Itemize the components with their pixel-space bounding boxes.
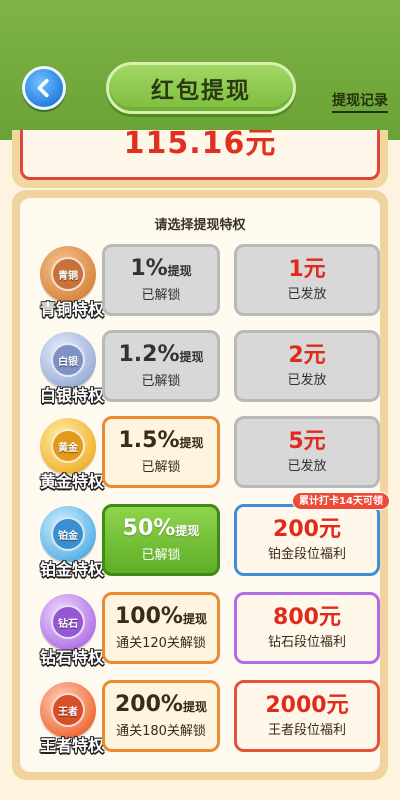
tier-name: 白银特权 xyxy=(39,386,104,405)
rate-suffix: 提现 xyxy=(182,700,207,714)
reward-status: 已发放 xyxy=(287,287,327,302)
rate-status: 通关120关解锁 xyxy=(116,636,206,651)
medal-label: 铂金 xyxy=(51,517,85,551)
balance-amount: 115.16元 xyxy=(123,130,277,161)
rate-card[interactable]: 50%提现 已解锁 xyxy=(102,504,220,576)
gold-medal-icon: 黄金 xyxy=(40,418,96,474)
tier-row-silver: 白银 白银特权 1.2%提现 已解锁 2元 已发放 xyxy=(20,330,380,410)
reward-card[interactable]: 2元 已发放 xyxy=(234,330,380,402)
rate-card[interactable]: 100%提现 通关120关解锁 xyxy=(102,592,220,664)
rate-line: 1.2%提现 xyxy=(118,341,203,371)
rate-status: 已解锁 xyxy=(141,460,181,475)
king-medal-icon: 王者 xyxy=(40,682,96,738)
tier-badge: 白银 白银特权 xyxy=(32,330,108,410)
panel-heading: 请选择提现特权 xyxy=(154,218,246,233)
reward-status: 王者段位福利 xyxy=(267,723,346,738)
tier-name: 铂金特权 xyxy=(39,560,104,579)
rate-value: 1.2% xyxy=(118,342,180,367)
tier-row-gold: 黄金 黄金特权 1.5%提现 已解锁 5元 已发放 xyxy=(20,416,380,496)
rate-card[interactable]: 1.2%提现 已解锁 xyxy=(102,330,220,402)
medal-label: 钻石 xyxy=(51,605,85,639)
bottom-edge xyxy=(0,780,400,800)
rate-line: 50%提现 xyxy=(123,515,200,545)
reward-card[interactable]: 5元 已发放 xyxy=(234,416,380,488)
header-bar: 红包提现 提现记录 xyxy=(0,0,400,140)
rate-value: 200% xyxy=(115,692,183,717)
tier-name: 黄金特权 xyxy=(39,472,104,491)
reward-status: 已发放 xyxy=(287,373,327,388)
tier-row-bronze: 青铜 青铜特权 1%提现 已解锁 1元 已发放 xyxy=(20,244,380,324)
tier-name: 王者特权 xyxy=(39,736,104,755)
rate-line: 200%提现 xyxy=(115,691,207,721)
rate-card[interactable]: 200%提现 通关180关解锁 xyxy=(102,680,220,752)
tier-row-diamond: 钻石 钻石特权 100%提现 通关120关解锁 800元 钻石段位福利 xyxy=(20,592,380,672)
rate-status: 已解锁 xyxy=(141,548,181,563)
tier-badge: 钻石 钻石特权 xyxy=(32,592,108,672)
chevron-left-icon xyxy=(37,78,49,98)
reward-value: 200元 xyxy=(273,517,341,542)
reward-card[interactable]: 2000元 王者段位福利 xyxy=(234,680,380,752)
medal-label: 青铜 xyxy=(51,257,85,291)
reward-value: 2000元 xyxy=(265,693,349,718)
amount-box: 115.16元 xyxy=(20,130,380,180)
rate-status: 已解锁 xyxy=(141,374,181,389)
tier-name: 钻石特权 xyxy=(39,648,104,667)
reward-value: 800元 xyxy=(273,605,341,630)
reward-card[interactable]: 1元 已发放 xyxy=(234,244,380,316)
tier-name: 青铜特权 xyxy=(39,300,104,319)
medal-label: 黄金 xyxy=(51,429,85,463)
withdraw-record-link[interactable]: 提现记录 xyxy=(332,90,388,113)
tier-badge: 王者 王者特权 xyxy=(32,680,108,760)
rate-suffix: 提现 xyxy=(179,350,204,364)
tier-row-platinum: 铂金 铂金特权 50%提现 已解锁 200元 铂金段位福利 累计打卡14天可领 xyxy=(20,492,390,584)
rate-status: 已解锁 xyxy=(141,288,181,303)
rate-value: 100% xyxy=(115,604,183,629)
rate-suffix: 提现 xyxy=(182,612,207,626)
diamond-medal-icon: 钻石 xyxy=(40,594,96,650)
reward-value: 5元 xyxy=(288,429,326,454)
page-title-pill: 红包提现 xyxy=(106,62,296,114)
checkin-tag: 累计打卡14天可领 xyxy=(292,492,390,510)
reward-card[interactable]: 800元 钻石段位福利 xyxy=(234,592,380,664)
medal-label: 白银 xyxy=(51,343,85,377)
rate-suffix: 提现 xyxy=(167,264,192,278)
reward-status: 已发放 xyxy=(287,459,327,474)
rate-suffix: 提现 xyxy=(175,524,200,538)
rate-line: 1%提现 xyxy=(130,255,191,285)
reward-value: 2元 xyxy=(288,343,326,368)
privilege-panel-inner: 请选择提现特权 青铜 青铜特权 1%提现 已解锁 1元 已发放 白银 白银特权 … xyxy=(20,198,390,772)
privilege-panel: 请选择提现特权 青铜 青铜特权 1%提现 已解锁 1元 已发放 白银 白银特权 … xyxy=(12,190,390,780)
rate-value: 1.5% xyxy=(118,428,180,453)
rate-line: 1.5%提现 xyxy=(118,427,203,457)
rate-value: 1% xyxy=(130,256,168,281)
reward-value: 1元 xyxy=(288,257,326,282)
reward-card[interactable]: 200元 铂金段位福利 xyxy=(234,504,380,576)
page-title: 红包提现 xyxy=(151,78,251,104)
rate-card[interactable]: 1%提现 已解锁 xyxy=(102,244,220,316)
platinum-medal-icon: 铂金 xyxy=(40,506,96,562)
rate-line: 100%提现 xyxy=(115,603,207,633)
rate-suffix: 提现 xyxy=(179,436,204,450)
tier-badge: 铂金 铂金特权 xyxy=(32,504,108,584)
tier-row-king: 王者 王者特权 200%提现 通关180关解锁 2000元 王者段位福利 xyxy=(20,680,380,760)
tier-badge: 青铜 青铜特权 xyxy=(32,244,108,324)
bronze-medal-icon: 青铜 xyxy=(40,246,96,302)
silver-medal-icon: 白银 xyxy=(40,332,96,388)
rate-value: 50% xyxy=(122,516,176,541)
rate-status: 通关180关解锁 xyxy=(116,724,206,739)
reward-status: 钻石段位福利 xyxy=(267,635,346,650)
back-button[interactable] xyxy=(22,66,66,110)
medal-label: 王者 xyxy=(51,693,85,727)
amount-panel: 115.16元 xyxy=(12,130,388,188)
reward-status: 铂金段位福利 xyxy=(267,547,346,562)
tier-badge: 黄金 黄金特权 xyxy=(32,416,108,496)
rate-card[interactable]: 1.5%提现 已解锁 xyxy=(102,416,220,488)
